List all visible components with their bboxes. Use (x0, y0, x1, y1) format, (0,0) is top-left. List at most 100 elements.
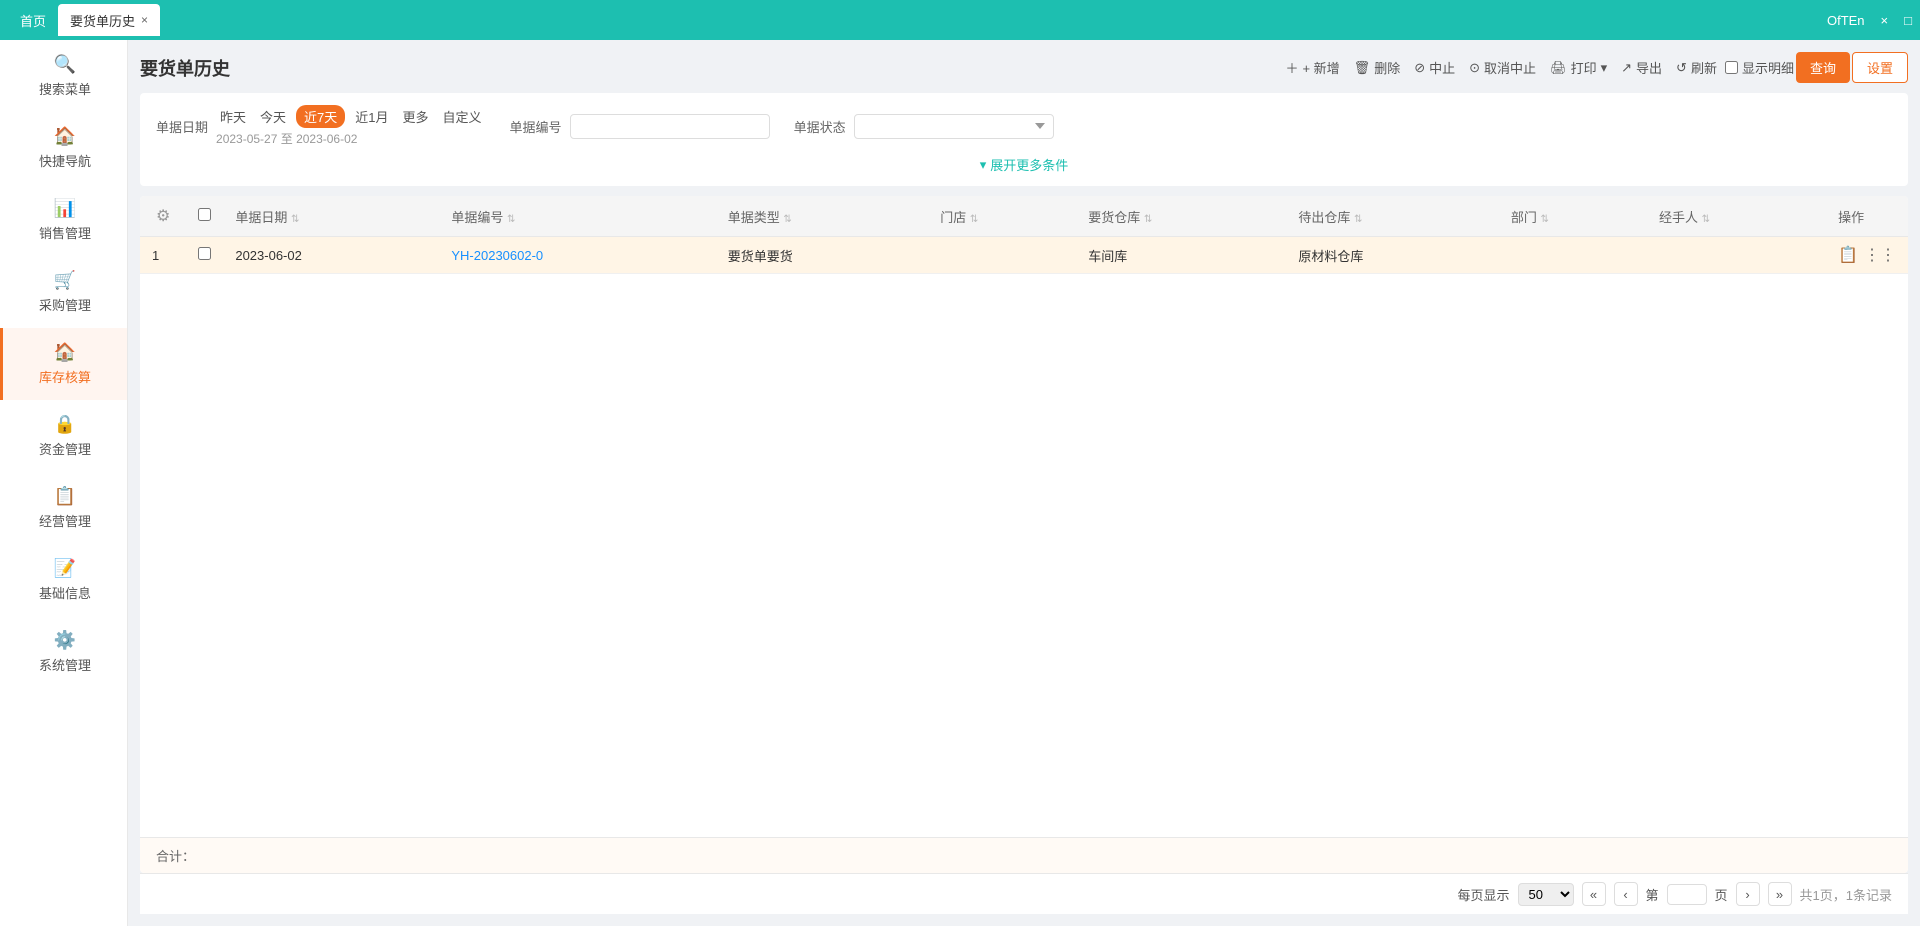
print-button[interactable]: 🖨 打印 ▾ (1544, 54, 1613, 81)
add-icon: ＋ (1285, 58, 1298, 77)
sidebar-item-purchase-mgmt-label: 采购管理 (39, 295, 91, 314)
col-req-warehouse-sort[interactable]: ⇅ (1144, 214, 1152, 225)
pagination-summary: 共1页，1条记录 (1800, 885, 1892, 904)
sidebar-item-system-mgmt-label: 系统管理 (39, 655, 91, 674)
cancel-stop-button[interactable]: ⊙ 取消中止 (1463, 54, 1542, 81)
filter-area: 单据日期 昨天 今天 近7天 近1月 更多 自定义 2023-05-27 至 2… (140, 93, 1908, 186)
sidebar-item-basic-info-label: 基础信息 (39, 583, 91, 602)
doc-no-link[interactable]: YH-20230602-0 (451, 248, 543, 263)
sidebar-item-sales-mgmt[interactable]: 📊 销售管理 (0, 184, 127, 256)
footer-label: 合计： (156, 846, 195, 865)
col-department-sort[interactable]: ⇅ (1541, 214, 1549, 225)
refresh-icon: ↺ (1676, 60, 1687, 76)
table-settings-icon[interactable]: ⚙ (152, 204, 174, 229)
sidebar-item-search-menu-label: 搜索菜单 (39, 79, 91, 98)
col-settings: ⚙ (140, 196, 186, 237)
often-label[interactable]: OfTEn (1827, 13, 1865, 28)
tab-home[interactable]: 首页 (8, 4, 58, 36)
shortcut-7days[interactable]: 近7天 (296, 105, 345, 128)
refresh-button[interactable]: ↺ 刷新 (1670, 54, 1723, 81)
col-doc-type-label: 单据类型 (728, 210, 780, 225)
status-filter-label: 单据状态 (794, 117, 846, 136)
sidebar-item-search-menu[interactable]: 🔍 搜索菜单 (0, 40, 127, 112)
next-page-btn[interactable]: › (1736, 882, 1760, 906)
main-layout: 🔍 搜索菜单 🏠 快捷导航 📊 销售管理 🛒 采购管理 🏠 库存核算 🔒 资金管… (0, 40, 1920, 926)
quick-nav-icon: 🏠 (54, 126, 76, 147)
col-handler-label: 经手人 (1659, 210, 1698, 225)
col-store-label: 门店 (940, 210, 966, 225)
cell-operation: 📋 ⋮⋮ (1826, 237, 1908, 274)
operations-mgmt-icon: 📋 (54, 486, 76, 507)
cell-doc-date: 2023-06-02 (223, 237, 439, 274)
col-doc-type: 单据类型 ⇅ (716, 196, 928, 237)
sidebar-item-finance-mgmt[interactable]: 🔒 资金管理 (0, 400, 127, 472)
cell-checkbox (186, 237, 223, 274)
export-button[interactable]: ↗ 导出 (1615, 54, 1668, 81)
content: 要货单历史 ＋ + 新增 🗑 删除 ⊘ 中止 ⊙ 取消中止 (128, 40, 1920, 926)
add-button[interactable]: ＋ + 新增 (1279, 54, 1345, 81)
last-page-btn[interactable]: » (1768, 882, 1792, 906)
filter-row: 单据日期 昨天 今天 近7天 近1月 更多 自定义 2023-05-27 至 2… (156, 105, 1892, 147)
row-more-btn[interactable]: ⋮⋮ (1864, 245, 1896, 265)
sidebar-item-quick-nav[interactable]: 🏠 快捷导航 (0, 112, 127, 184)
doc-no-filter-label: 单据编号 (510, 117, 562, 136)
settings-button[interactable]: 设置 (1852, 52, 1908, 83)
system-mgmt-icon: ⚙️ (54, 630, 76, 651)
page-input[interactable]: 1 (1667, 884, 1707, 905)
sidebar-item-inventory-calc[interactable]: 🏠 库存核算 (0, 328, 127, 400)
prev-page-btn[interactable]: ‹ (1614, 882, 1638, 906)
col-doc-no-label: 单据编号 (451, 210, 503, 225)
status-select[interactable] (854, 114, 1054, 139)
col-handler-sort[interactable]: ⇅ (1702, 214, 1710, 225)
col-doc-type-sort[interactable]: ⇅ (783, 214, 791, 225)
sidebar-item-quick-nav-label: 快捷导航 (39, 151, 91, 170)
sidebar-item-operations-mgmt[interactable]: 📋 经营管理 (0, 472, 127, 544)
first-page-btn[interactable]: « (1582, 882, 1606, 906)
shortcut-more[interactable]: 更多 (399, 105, 433, 128)
shortcut-1month[interactable]: 近1月 (351, 105, 392, 128)
shortcut-custom[interactable]: 自定义 (439, 105, 486, 128)
col-pending-warehouse-sort[interactable]: ⇅ (1354, 214, 1362, 225)
top-bar-right: OfTEn × □ (1827, 13, 1912, 28)
display-detail-toggle[interactable]: 显示明细 (1725, 58, 1794, 77)
cell-store (928, 237, 1076, 274)
sidebar: 🔍 搜索菜单 🏠 快捷导航 📊 销售管理 🛒 采购管理 🏠 库存核算 🔒 资金管… (0, 40, 128, 926)
col-doc-date-sort[interactable]: ⇅ (291, 214, 299, 225)
stop-button[interactable]: ⊘ 中止 (1408, 54, 1461, 81)
doc-no-input[interactable] (570, 114, 770, 139)
shortcut-today[interactable]: 今天 (256, 105, 290, 128)
page-unit-label: 页 (1715, 885, 1728, 904)
window-close-btn[interactable]: × (1881, 13, 1889, 28)
row-edit-btn[interactable]: 📋 (1838, 245, 1858, 265)
sidebar-item-basic-info[interactable]: 📝 基础信息 (0, 544, 127, 616)
page-size-select[interactable]: 50 10 20 100 (1518, 883, 1574, 906)
sidebar-item-purchase-mgmt[interactable]: 🛒 采购管理 (0, 256, 127, 328)
refresh-label: 刷新 (1691, 58, 1717, 77)
query-button[interactable]: 查询 (1796, 52, 1850, 83)
sidebar-item-system-mgmt[interactable]: ⚙️ 系统管理 (0, 616, 127, 688)
last-page-icon: » (1776, 887, 1783, 902)
col-doc-no-sort[interactable]: ⇅ (507, 214, 515, 225)
col-store-sort[interactable]: ⇅ (970, 214, 978, 225)
delete-button[interactable]: 🗑 删除 (1348, 54, 1407, 81)
display-detail-checkbox[interactable] (1725, 61, 1738, 74)
status-filter-item: 单据状态 (794, 114, 1054, 139)
col-handler: 经手人 ⇅ (1647, 196, 1826, 237)
inventory-calc-icon: 🏠 (54, 342, 76, 363)
expand-more-btn[interactable]: ▾ 展开更多条件 (156, 155, 1892, 174)
print-icon: 🖨 (1550, 60, 1567, 76)
shortcut-yesterday[interactable]: 昨天 (216, 105, 250, 128)
col-checkbox (186, 196, 223, 237)
row-checkbox[interactable] (198, 247, 211, 260)
stop-label: 中止 (1429, 58, 1455, 77)
date-shortcuts-row: 昨天 今天 近7天 近1月 更多 自定义 (216, 105, 486, 128)
window-maximize-btn[interactable]: □ (1904, 13, 1912, 28)
select-all-checkbox[interactable] (198, 208, 211, 221)
col-department: 部门 ⇅ (1499, 196, 1647, 237)
doc-no-filter-item: 单据编号 (510, 114, 770, 139)
add-label: + 新增 (1302, 58, 1339, 77)
close-tab-icon[interactable]: × (141, 13, 148, 27)
cell-doc-no[interactable]: YH-20230602-0 (439, 237, 715, 274)
tab-requisition-history[interactable]: 要货单历史 × (58, 4, 160, 36)
cell-handler (1647, 237, 1826, 274)
